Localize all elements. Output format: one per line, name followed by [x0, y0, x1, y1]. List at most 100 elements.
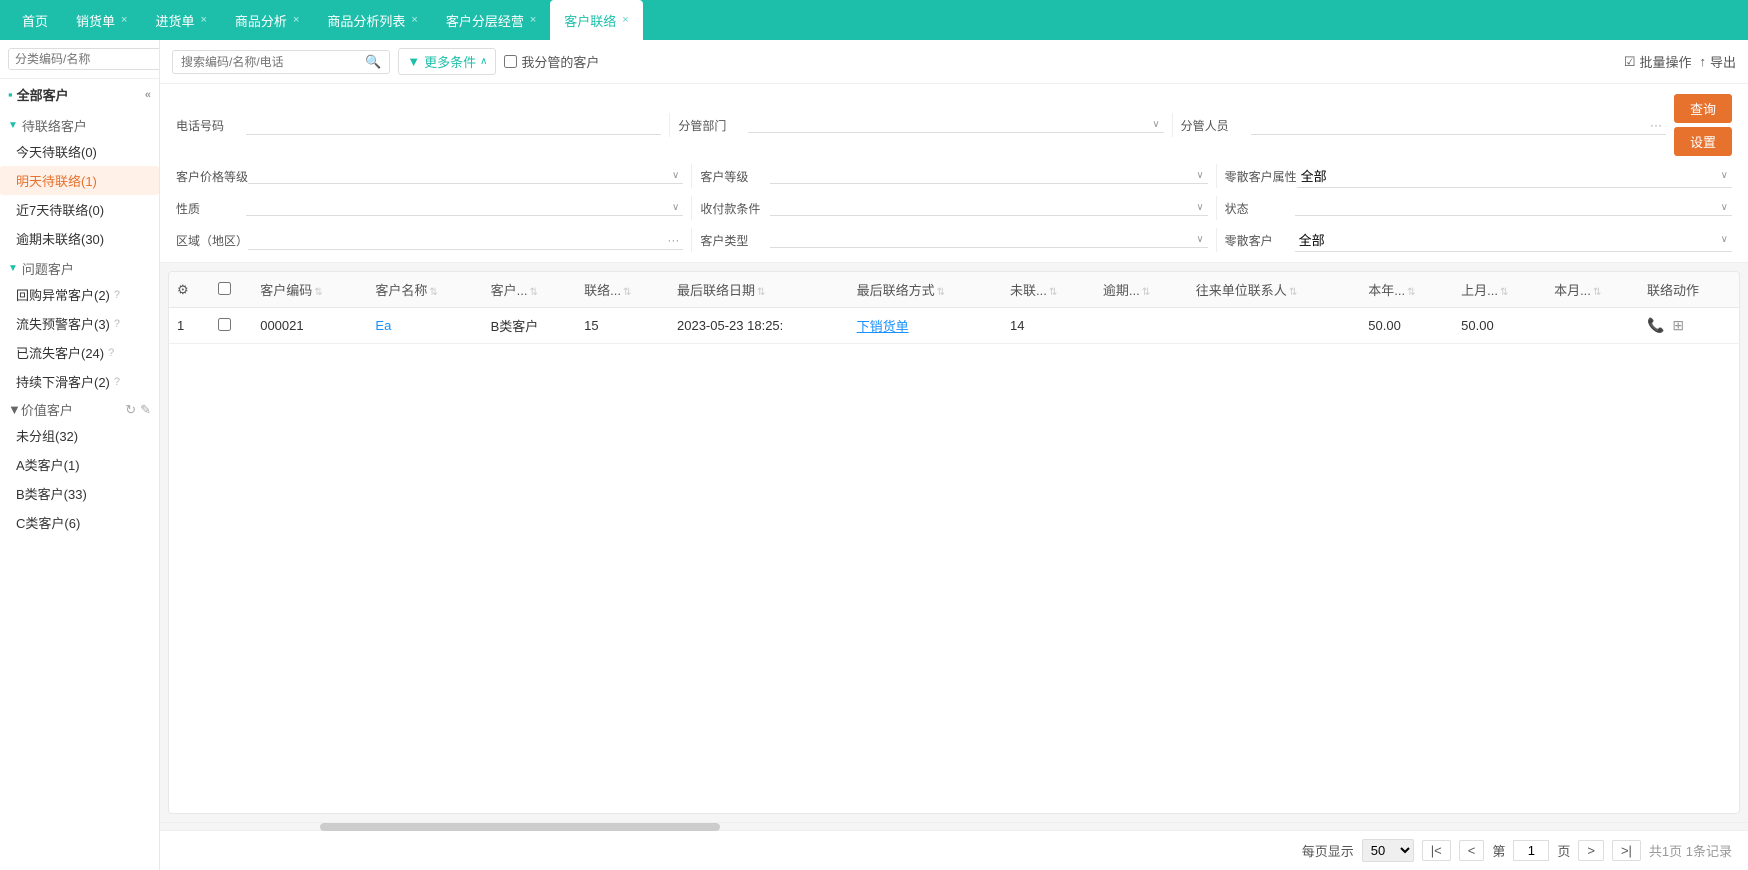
sidebar-item-b-class[interactable]: B类客户(33): [0, 479, 159, 508]
last-page-btn[interactable]: >|: [1612, 840, 1641, 861]
sidebar-search-input[interactable]: [8, 48, 160, 70]
search-input[interactable]: [181, 55, 361, 69]
close-icon[interactable]: ×: [530, 14, 536, 26]
close-icon[interactable]: ×: [411, 14, 417, 26]
sidebar-item-lost-customers[interactable]: 已流失客户(24) ?: [0, 338, 159, 367]
page-size-select[interactable]: 50 100 200: [1362, 839, 1414, 862]
filter-region: 区域（地区） ···: [176, 231, 683, 250]
cell-num: 1: [169, 308, 210, 344]
chevron-down-icon: ∨: [1196, 202, 1203, 213]
prev-page-btn[interactable]: <: [1459, 840, 1485, 861]
row-checkbox[interactable]: [218, 318, 231, 331]
page-size-label: 每页显示: [1302, 841, 1354, 860]
phone-icon[interactable]: 📞: [1647, 317, 1664, 334]
sort-icon[interactable]: ⇅: [1500, 287, 1508, 298]
filter-region-select[interactable]: ···: [248, 231, 683, 250]
top-nav: 首页 销货单 × 进货单 × 商品分析 × 商品分析列表 × 客户分层经营 × …: [0, 0, 1748, 40]
nav-item-product-analysis[interactable]: 商品分析 ×: [221, 0, 313, 40]
grid-icon[interactable]: ⊞: [1672, 317, 1684, 334]
filter-more-btn[interactable]: ▼ 更多条件 ∧: [398, 48, 496, 75]
sidebar-item-repurchase-abnormal[interactable]: 回购异常客户(2) ?: [0, 280, 159, 309]
sort-icon[interactable]: ⇅: [1407, 287, 1415, 298]
last-method-link[interactable]: 下销货单: [857, 319, 909, 334]
close-icon[interactable]: ×: [293, 14, 299, 26]
page-input[interactable]: [1513, 840, 1549, 861]
sidebar-item-all-customers[interactable]: ▪ 全部客户 «: [0, 79, 159, 110]
sort-icon[interactable]: ⇅: [937, 287, 945, 298]
sort-icon[interactable]: ⇅: [1049, 287, 1057, 298]
cell-name[interactable]: Ea: [367, 308, 482, 344]
help-icon[interactable]: ?: [114, 376, 120, 388]
settings-button[interactable]: 设置: [1674, 127, 1732, 156]
filter-dept-select[interactable]: ∨: [748, 117, 1163, 133]
sidebar-item-overdue[interactable]: 逾期未联络(30): [0, 224, 159, 253]
sort-icon[interactable]: ⇅: [757, 287, 765, 298]
nav-item-purchase[interactable]: 进货单 ×: [141, 0, 220, 40]
sort-icon[interactable]: ⇅: [1142, 287, 1150, 298]
help-icon[interactable]: ?: [114, 318, 120, 330]
sidebar-item-7days[interactable]: 近7天待联络(0): [0, 195, 159, 224]
sidebar-item-today[interactable]: 今天待联络(0): [0, 137, 159, 166]
close-icon[interactable]: ×: [200, 14, 206, 26]
select-all-checkbox[interactable]: [218, 282, 231, 295]
export-btn[interactable]: ↑ 导出: [1699, 52, 1736, 71]
filter-scatter-attr-select[interactable]: 全部 ∨: [1297, 164, 1732, 188]
help-icon[interactable]: ?: [114, 289, 120, 301]
scrollbar-thumb[interactable]: [320, 823, 720, 831]
help-icon[interactable]: ?: [108, 347, 114, 359]
refresh-icon[interactable]: ↻: [125, 402, 136, 418]
close-icon[interactable]: ×: [121, 14, 127, 26]
filter-row-4: 区域（地区） ··· 客户类型 ∨ 零散客户: [176, 228, 1732, 252]
first-page-btn[interactable]: |<: [1422, 840, 1451, 861]
sidebar-item-declining[interactable]: 持续下滑客户(2) ?: [0, 367, 159, 396]
col-last-month: 上月...⇅: [1453, 272, 1546, 308]
cell-this-year: 50.00: [1360, 308, 1453, 344]
divider: [1216, 164, 1217, 188]
search-icon[interactable]: 🔍: [365, 54, 381, 70]
sidebar-item-ungrouped[interactable]: 未分组(32): [0, 421, 159, 450]
col-code: 客户编码⇅: [252, 272, 367, 308]
sidebar-item-c-class[interactable]: C类客户(6): [0, 508, 159, 537]
ellipsis-icon[interactable]: ···: [1650, 118, 1662, 132]
filter-cust-type-select[interactable]: ∨: [770, 232, 1207, 248]
col-checkbox: [210, 272, 253, 308]
sidebar-item-tomorrow[interactable]: 明天待联络(1): [0, 166, 159, 195]
filter-nature-select[interactable]: ∨: [246, 200, 683, 216]
filter-payment: 收付款条件 ∨: [700, 200, 1207, 217]
my-customers-checkbox[interactable]: [504, 55, 517, 68]
export-icon: ↑: [1699, 54, 1706, 69]
filter-status-select[interactable]: ∨: [1295, 200, 1732, 216]
sort-icon[interactable]: ⇅: [314, 287, 322, 298]
filter-phone-input[interactable]: [246, 116, 661, 135]
sort-icon[interactable]: ⇅: [429, 287, 437, 298]
query-button[interactable]: 查询: [1674, 94, 1732, 123]
sort-icon[interactable]: ⇅: [1289, 287, 1297, 298]
filter-scatter-cust-select[interactable]: 全部 ∨: [1295, 228, 1732, 252]
col-this-month: 本月...⇅: [1546, 272, 1639, 308]
collapse-icon[interactable]: «: [145, 89, 151, 101]
nav-item-home[interactable]: 首页: [8, 0, 62, 40]
filter-manager-select[interactable]: ···: [1251, 116, 1666, 135]
nav-item-customer-tier[interactable]: 客户分层经营 ×: [432, 0, 550, 40]
close-icon[interactable]: ×: [622, 14, 628, 26]
filter-payment-select[interactable]: ∨: [770, 200, 1207, 216]
nav-item-sales[interactable]: 销货单 ×: [62, 0, 141, 40]
edit-icon[interactable]: ✎: [140, 402, 151, 418]
sort-icon[interactable]: ⇅: [623, 287, 631, 298]
nav-item-product-list[interactable]: 商品分析列表 ×: [313, 0, 431, 40]
page-unit: 页: [1557, 841, 1570, 860]
ellipsis-icon[interactable]: ···: [667, 233, 679, 247]
filter-phone: 电话号码: [176, 116, 661, 135]
next-page-btn[interactable]: >: [1578, 840, 1604, 861]
gear-icon[interactable]: ⚙: [177, 282, 189, 297]
sort-icon[interactable]: ⇅: [1593, 287, 1601, 298]
batch-operation-btn[interactable]: ☑ 批量操作: [1624, 52, 1692, 71]
sidebar-item-a-class[interactable]: A类客户(1): [0, 450, 159, 479]
nav-item-customer-contact[interactable]: 客户联络 ×: [550, 0, 642, 40]
sort-icon[interactable]: ⇅: [529, 287, 537, 298]
toolbar: 🔍 ▼ 更多条件 ∧ 我分管的客户 ☑ 批量操作 ↑ 导出: [160, 40, 1748, 84]
sidebar-item-churn-warning[interactable]: 流失预警客户(3) ?: [0, 309, 159, 338]
filter-price-level-select[interactable]: ∨: [248, 168, 683, 184]
cell-last-method[interactable]: 下销货单: [849, 308, 1002, 344]
filter-cust-level-select[interactable]: ∨: [770, 168, 1207, 184]
